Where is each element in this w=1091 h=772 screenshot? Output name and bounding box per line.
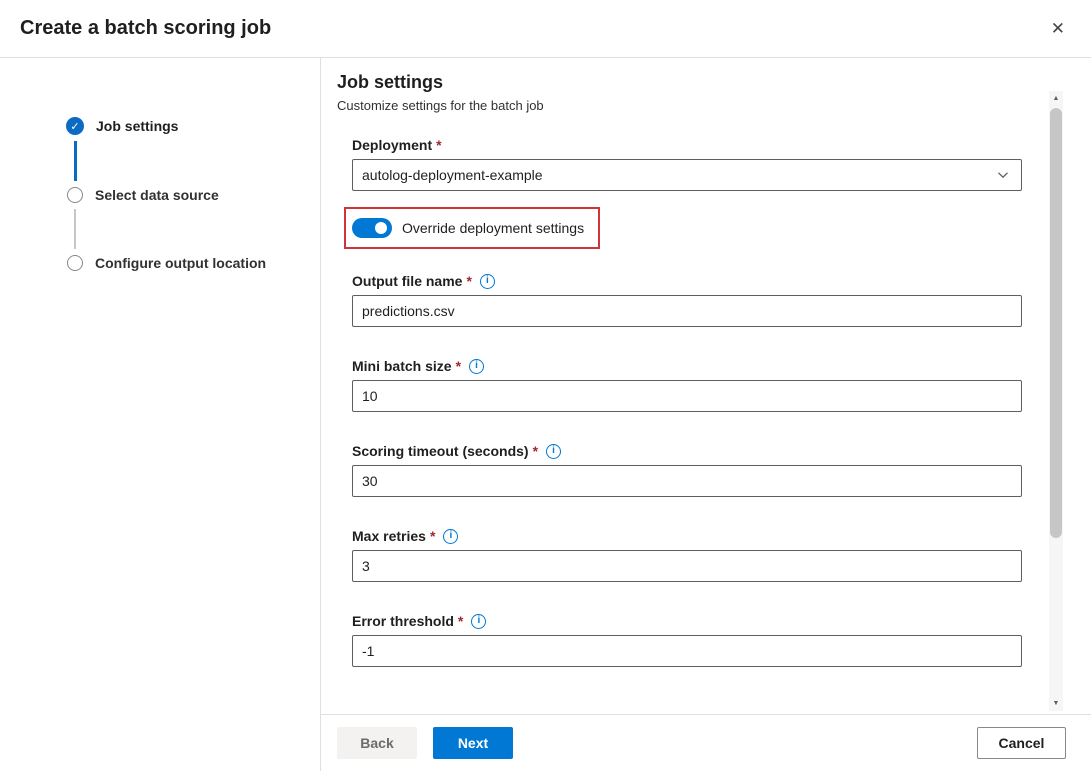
back-button[interactable]: Back xyxy=(337,727,417,759)
deployment-dropdown-value: autolog-deployment-example xyxy=(362,167,543,183)
pane-title: Job settings xyxy=(337,72,1091,93)
cancel-button[interactable]: Cancel xyxy=(977,727,1066,759)
step-label: Job settings xyxy=(96,118,178,134)
create-batch-scoring-job-dialog: Create a batch scoring job ✕ ✓ Job setti… xyxy=(0,0,1091,772)
info-icon[interactable]: i xyxy=(469,359,484,374)
step-connector xyxy=(74,141,77,181)
step-pending-circle xyxy=(67,255,83,271)
field-label: Error threshold xyxy=(352,613,454,629)
close-icon[interactable]: ✕ xyxy=(1047,16,1069,41)
max-retries-input[interactable] xyxy=(352,550,1022,582)
scrollbar-thumb[interactable] xyxy=(1050,108,1062,538)
deployment-dropdown[interactable]: autolog-deployment-example xyxy=(352,159,1022,191)
info-icon[interactable]: i xyxy=(471,614,486,629)
info-icon[interactable]: i xyxy=(546,444,561,459)
step-label: Select data source xyxy=(95,187,219,203)
field-label: Output file name xyxy=(352,273,462,289)
next-button[interactable]: Next xyxy=(433,727,513,759)
field-label: Mini batch size xyxy=(352,358,452,374)
wizard-stepper: ✓ Job settings Select data source Config… xyxy=(0,58,321,771)
field-label: Scoring timeout (seconds) xyxy=(352,443,529,459)
toggle-knob xyxy=(375,222,387,234)
step-complete-check-icon: ✓ xyxy=(66,117,84,135)
step-connector xyxy=(74,209,76,249)
error-threshold-input[interactable] xyxy=(352,635,1022,667)
field-scoring-timeout: Scoring timeout (seconds) * i xyxy=(352,443,1022,497)
required-asterisk: * xyxy=(533,443,538,459)
field-error-threshold: Error threshold * i xyxy=(352,613,1022,667)
step-select-data-source[interactable]: Select data source xyxy=(66,187,320,203)
chevron-down-icon xyxy=(997,169,1009,181)
field-max-retries: Max retries * i xyxy=(352,528,1022,582)
step-pending-circle xyxy=(67,187,83,203)
output-file-name-input[interactable] xyxy=(352,295,1022,327)
job-settings-pane: Job settings Customize settings for the … xyxy=(321,58,1091,771)
required-asterisk: * xyxy=(466,273,471,289)
toggle-label: Override deployment settings xyxy=(402,220,584,236)
required-asterisk: * xyxy=(430,528,435,544)
step-label: Configure output location xyxy=(95,255,266,271)
dialog-title: Create a batch scoring job xyxy=(20,17,271,40)
highlight-annotation-box: Override deployment settings xyxy=(344,207,600,249)
scoring-timeout-input[interactable] xyxy=(352,465,1022,497)
step-job-settings[interactable]: ✓ Job settings xyxy=(66,117,320,135)
field-mini-batch-size: Mini batch size * i xyxy=(352,358,1022,412)
scroll-down-icon[interactable]: ▼ xyxy=(1049,696,1063,711)
dialog-body: ✓ Job settings Select data source Config… xyxy=(0,58,1091,771)
vertical-scrollbar[interactable]: ▲ ▼ xyxy=(1049,91,1063,711)
scroll-up-icon[interactable]: ▲ xyxy=(1049,91,1063,106)
required-asterisk: * xyxy=(456,358,461,374)
step-configure-output-location[interactable]: Configure output location xyxy=(66,255,320,271)
dialog-header: Create a batch scoring job ✕ xyxy=(0,0,1091,58)
info-icon[interactable]: i xyxy=(480,274,495,289)
info-icon[interactable]: i xyxy=(443,529,458,544)
job-settings-form: Deployment * autolog-deployment-example xyxy=(352,137,1022,667)
field-label: Deployment xyxy=(352,137,432,153)
scrollbar-track[interactable] xyxy=(1049,106,1063,696)
field-label: Max retries xyxy=(352,528,426,544)
mini-batch-size-input[interactable] xyxy=(352,380,1022,412)
field-output-file-name: Output file name * i xyxy=(352,273,1022,327)
required-asterisk: * xyxy=(458,613,463,629)
field-deployment: Deployment * autolog-deployment-example xyxy=(352,137,1022,191)
dialog-footer: Back Next Cancel xyxy=(321,714,1091,771)
required-asterisk: * xyxy=(436,137,441,153)
pane-subtitle: Customize settings for the batch job xyxy=(337,98,1091,113)
override-deployment-settings-toggle[interactable] xyxy=(352,218,392,238)
